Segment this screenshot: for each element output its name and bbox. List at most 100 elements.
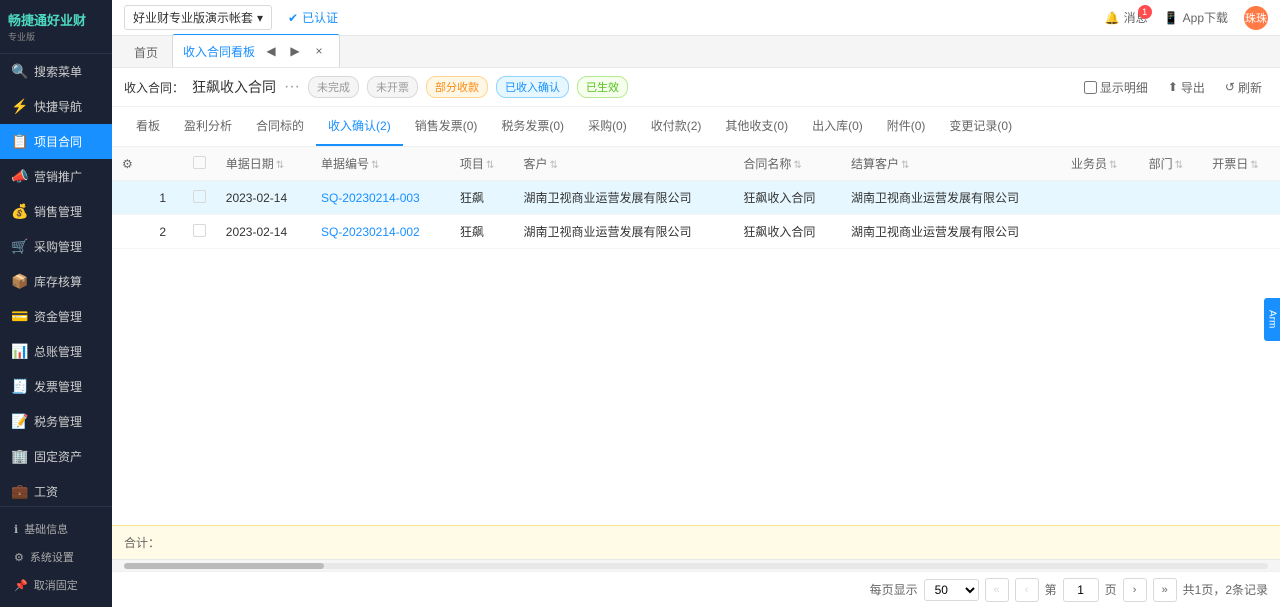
page-number-input[interactable] [1063,578,1099,602]
sort-salesman-icon[interactable]: ⇅ [1109,160,1117,171]
row-checkbox-0[interactable] [193,190,206,203]
sidebar-label-11: 固定资产 [34,448,82,465]
more-button[interactable]: ··· [284,78,300,96]
row-dept-1 [1139,215,1203,249]
th-salesman: 业务员⇅ [1061,147,1139,181]
sidebar-item-3[interactable]: 📣营销推广 [0,159,112,194]
right-action-label: Arm [1267,310,1278,328]
next-page-btn[interactable]: › [1123,578,1147,602]
last-page-btn[interactable]: » [1153,578,1177,602]
right-action-panel[interactable]: Arm [1264,298,1280,340]
next-tab-btn[interactable]: ▶ [285,41,305,61]
th-customer: 客户⇅ [513,147,733,181]
table-container: ⚙ 单据日期⇅ 单据编号⇅ 项目⇅ 客户⇅ 合同名称⇅ 结算客户⇅ 业务员⇅ 部… [112,147,1280,525]
sidebar-item-9[interactable]: 🧾发票管理 [0,369,112,404]
sort-opendate-icon[interactable]: ⇅ [1250,160,1258,171]
sidebar-icon-4: 💰 [12,204,28,220]
page-suffix: 页 [1105,581,1117,598]
sidebar-bottom-item-2[interactable]: 📌取消固定 [8,571,104,599]
sidebar-item-10[interactable]: 📝税务管理 [0,404,112,439]
status-partial[interactable]: 部分收款 [426,76,488,98]
show-detail-checkbox[interactable]: 显示明细 [1078,77,1154,98]
row-billno-0: SQ-20230214-003 [311,181,450,215]
sidebar-label-12: 工资 [34,483,58,500]
sort-billno-icon[interactable]: ⇅ [371,160,379,171]
select-all-checkbox[interactable] [193,156,206,169]
show-detail-input[interactable] [1084,81,1097,94]
main-area: 好业财专业版演示帐套 ▾ ✔ 已认证 🔔 1 消息 📱 App下载 珠珠 [112,0,1280,607]
row-checkbox-1[interactable] [193,224,206,237]
row-billno-link-1[interactable]: SQ-20230214-002 [321,225,420,239]
content-tab-4[interactable]: 销售发票(0) [403,107,490,146]
sidebar-item-8[interactable]: 📊总账管理 [0,334,112,369]
app-download-button[interactable]: 📱 App下载 [1164,9,1228,26]
content-tab-2[interactable]: 合同标的 [244,107,316,146]
sidebar-item-12[interactable]: 💼工资 [0,474,112,506]
sidebar-item-0[interactable]: 🔍搜索菜单 [0,54,112,89]
content-tab-9[interactable]: 出入库(0) [800,107,875,146]
scrollbar-track[interactable] [124,563,1268,569]
row-contract-0: 狂飙收入合同 [733,181,841,215]
row-billno-link-0[interactable]: SQ-20230214-003 [321,191,420,205]
sidebar-item-2[interactable]: 📋项目合同 [0,124,112,159]
sidebar-item-6[interactable]: 📦 库存核算 [0,264,112,299]
sidebar-bottom-item-1[interactable]: ⚙系统设置 [8,543,104,571]
sidebar-icon-2: 📋 [12,134,28,150]
page-prefix: 第 [1045,581,1057,598]
sidebar-icon-6: 📦 [12,274,28,290]
sort-date-icon[interactable]: ⇅ [276,160,284,171]
message-button[interactable]: 🔔 1 消息 [1105,9,1148,26]
content-tab-5[interactable]: 税务发票(0) [489,107,576,146]
sidebar-bottom-item-0[interactable]: ℹ基础信息 [8,515,104,543]
status-incomplete[interactable]: 未完成 [308,76,359,98]
sidebar-item-4[interactable]: 💰 销售管理 [0,194,112,229]
export-label: 导出 [1181,79,1205,96]
sidebar-label-6: 库存核算 [34,273,82,290]
company-name: 好业财专业版演示帐套 [133,9,253,26]
sidebar-item-11[interactable]: 🏢固定资产 [0,439,112,474]
home-tab[interactable]: 首页 [124,38,168,67]
active-tab[interactable]: 收入合同看板 ◀ ▶ × [172,34,340,67]
content-tab-10[interactable]: 附件(0) [875,107,938,146]
sidebar-item-1[interactable]: ⚡快捷导航 [0,89,112,124]
company-selector[interactable]: 好业财专业版演示帐套 ▾ [124,5,272,30]
content-tab-7[interactable]: 收付款(2) [639,107,714,146]
sidebar-icon-10: 📝 [12,414,28,430]
export-button[interactable]: ⬆ 导出 [1162,77,1211,98]
content-tab-6[interactable]: 采购(0) [576,107,639,146]
sidebar-label-4: 销售管理 [34,203,82,220]
th-check [183,147,216,181]
table-row[interactable]: 2 2023-02-14 SQ-20230214-002 狂飙 湖南卫视商业运营… [112,215,1280,249]
sidebar-item-7[interactable]: 💳资金管理 [0,299,112,334]
settings-icon[interactable]: ⚙ [122,157,133,171]
content-tab-3[interactable]: 收入确认(2) [316,107,403,146]
status-confirmed[interactable]: 已收入确认 [496,76,569,98]
sort-customer-icon[interactable]: ⇅ [550,160,558,171]
content-tab-0[interactable]: 看板 [124,107,172,146]
contract-prefix: 收入合同： [124,79,184,96]
per-page-select[interactable]: 50 100 200 [924,579,979,601]
sidebar-bottom-label-0: 基础信息 [24,521,68,537]
prev-tab-btn[interactable]: ◀ [261,41,281,61]
sort-dept-icon[interactable]: ⇅ [1175,160,1183,171]
user-avatar[interactable]: 珠珠 [1244,6,1268,30]
status-no-invoice[interactable]: 未开票 [367,76,418,98]
sort-contract-icon[interactable]: ⇅ [793,160,801,171]
sort-settle-icon[interactable]: ⇅ [901,160,909,171]
sort-project-icon[interactable]: ⇅ [486,160,494,171]
sidebar-item-5[interactable]: 🛒采购管理 [0,229,112,264]
verified-badge: ✔ 已认证 [288,9,338,26]
table-row[interactable]: 1 2023-02-14 SQ-20230214-003 狂飙 湖南卫视商业运营… [112,181,1280,215]
scrollbar-thumb[interactable] [124,563,324,569]
first-page-btn[interactable]: « [985,578,1009,602]
horizontal-scrollbar[interactable] [112,559,1280,571]
status-effective[interactable]: 已生效 [577,76,628,98]
prev-page-btn[interactable]: ‹ [1015,578,1039,602]
content-tab-8[interactable]: 其他收支(0) [713,107,800,146]
tab-label: 收入合同看板 [183,43,255,60]
contract-header: 收入合同： 狂飙收入合同 ··· 未完成 未开票 部分收款 已收入确认 已生效 … [112,68,1280,107]
refresh-button[interactable]: ↺ 刷新 [1219,77,1268,98]
content-tab-1[interactable]: 盈利分析 [172,107,244,146]
content-tab-11[interactable]: 变更记录(0) [937,107,1024,146]
close-tab-btn[interactable]: × [309,41,329,61]
